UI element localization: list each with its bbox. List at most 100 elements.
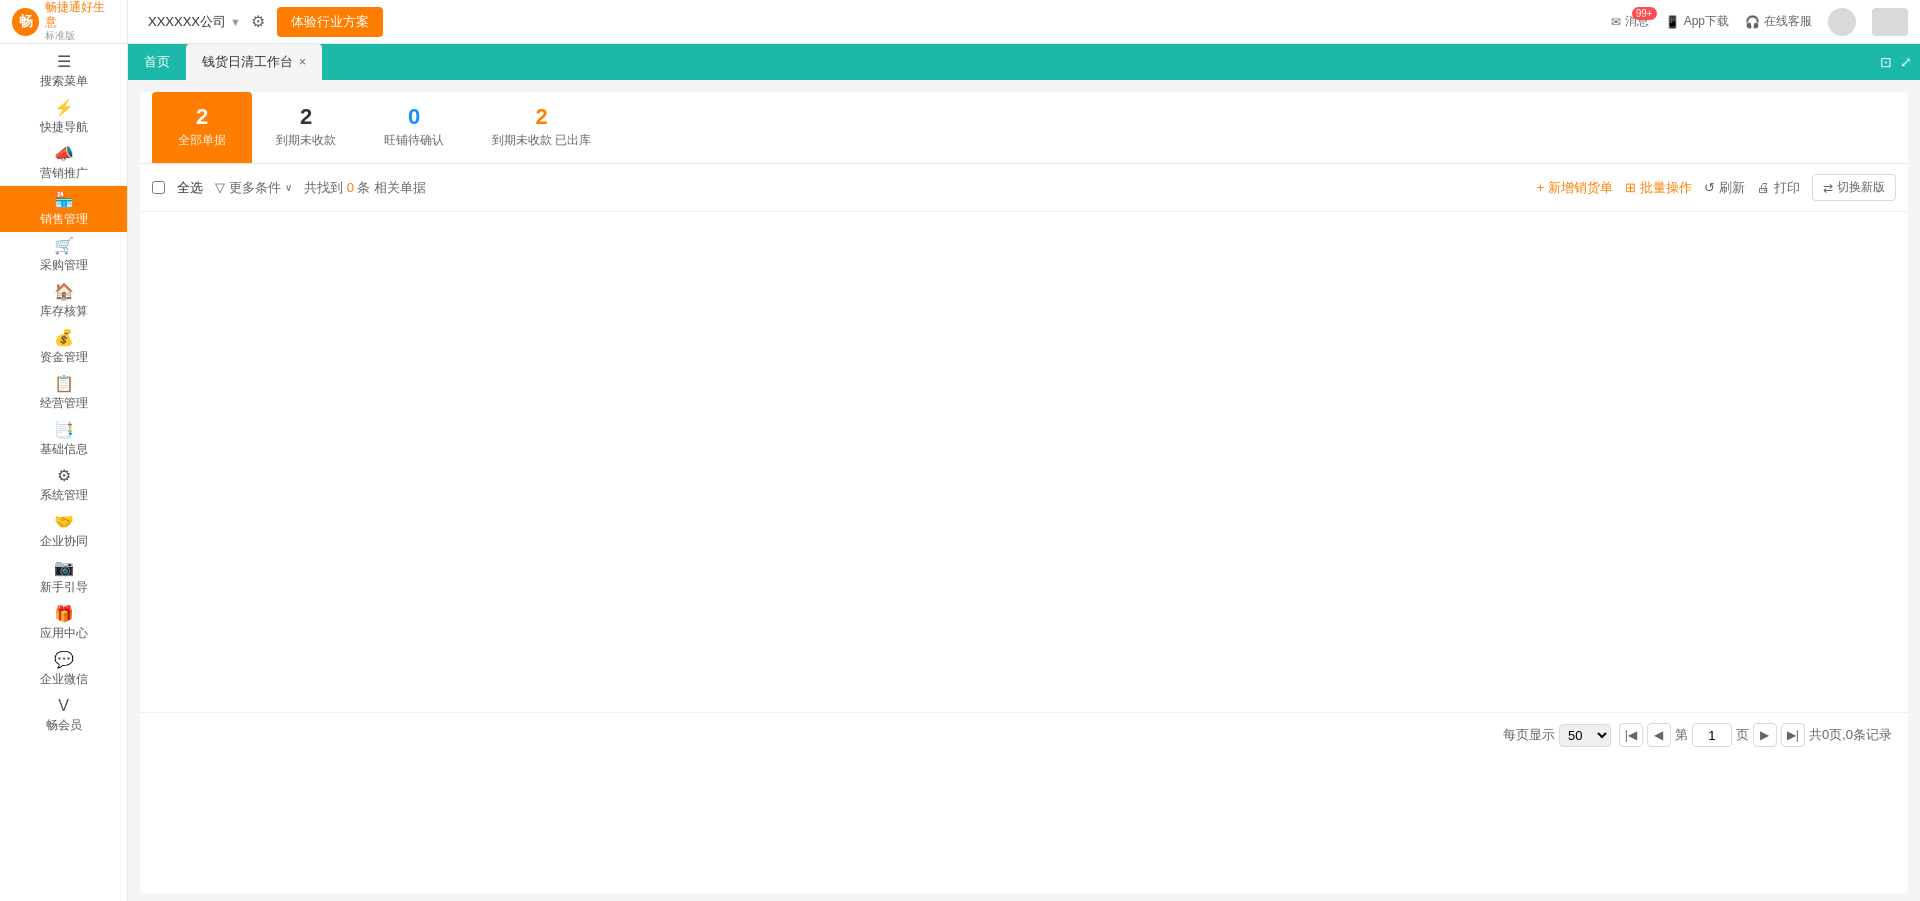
top-header: XXXXXX公司 ▼ ⚙ 体验行业方案 ✉ 消息 99+ 📱 App下载 🎧 在…	[0, 0, 1920, 44]
chevron-down-icon: ▼	[230, 16, 241, 28]
print-label: 打印	[1774, 179, 1800, 197]
sidebar-item-13[interactable]: 💬 企业微信	[0, 646, 127, 692]
stat-wangpu-label: 旺铺待确认	[384, 132, 444, 149]
sidebar-item-3[interactable]: 🏪销售管理	[0, 186, 127, 232]
sidebar-item-5[interactable]: 🏠库存核算	[0, 278, 127, 324]
stat-tab-all[interactable]: 2 全部单据	[152, 92, 252, 163]
prev-page-button[interactable]: ◀	[1647, 723, 1671, 747]
empty-content-area	[140, 212, 1908, 712]
sidebar-item-10[interactable]: 🤝 企业协同	[0, 508, 127, 554]
menu-label-8: 基础信息	[40, 441, 88, 458]
tab-home[interactable]: 首页	[128, 44, 186, 80]
sidebar-item-8[interactable]: 📑基础信息	[0, 416, 127, 462]
tab-workbench[interactable]: 钱货日清工作台 ×	[186, 44, 322, 80]
user-menu[interactable]	[1872, 8, 1908, 36]
menu-label-3: 销售管理	[40, 211, 88, 228]
menu-label-13: 企业微信	[40, 671, 88, 688]
message-item[interactable]: ✉ 消息 99+	[1611, 13, 1649, 30]
settings-icon[interactable]: ⚙	[251, 12, 265, 31]
menu-icon-4: 🛒	[54, 236, 74, 255]
filter-label: 更多条件	[229, 179, 281, 197]
menu-icon-12: 🎁	[54, 604, 74, 623]
sidebar-item-2[interactable]: 📣 营销推广	[0, 140, 127, 186]
logo-icon: 畅	[12, 8, 39, 36]
sidebar-item-14[interactable]: V畅会员	[0, 692, 127, 738]
menu-icon-13: 💬	[54, 650, 74, 669]
filter-icon: ▽	[215, 180, 225, 195]
stat-overdue-out-num: 2	[536, 104, 548, 130]
menu-icon-0: ☰	[57, 52, 71, 71]
menu-icon-14: V	[58, 697, 69, 715]
sidebar-item-11[interactable]: 📷新手引导	[0, 554, 127, 600]
sidebar: 畅 畅捷通好生意 标准版 ☰搜索菜单⚡快捷导航📣营销推广🏪销售管理🛒采购管理🏠库…	[0, 0, 128, 901]
switch-label: 切换新版	[1837, 179, 1885, 196]
new-sale-button[interactable]: + 新增销货单	[1537, 179, 1613, 197]
menu-label-2: 营销推广	[40, 165, 88, 182]
menu-icon-7: 📋	[54, 374, 74, 393]
switch-icon: ⇄	[1823, 181, 1833, 195]
toolbar: 全选 ▽ 更多条件 ∨ 共找到 0 条 相关单据 + 新增销货单 ⊞ 批量操作	[140, 164, 1908, 212]
message-icon: ✉	[1611, 15, 1621, 29]
select-all-checkbox[interactable]	[152, 181, 165, 194]
menu-icon-10: 🤝	[54, 512, 74, 531]
first-page-button[interactable]: |◀	[1619, 723, 1643, 747]
trial-button[interactable]: 体验行业方案	[277, 7, 383, 37]
tab-close-icon[interactable]: ×	[299, 55, 306, 69]
stat-overdue-label: 到期未收款	[276, 132, 336, 149]
refresh-icon: ↺	[1704, 180, 1715, 195]
sidebar-item-1[interactable]: ⚡快捷导航	[0, 94, 127, 140]
online-service-item[interactable]: 🎧 在线客服	[1745, 13, 1812, 30]
per-page-selector: 每页显示 50 100 200	[1503, 724, 1611, 747]
sidebar-menu: ☰ 搜索菜单 ⚡快捷导航 📣 营销推广 🏪销售管理 🛒 采购管理 🏠库存核算💰资金管理📋经营管理…	[0, 44, 127, 901]
tab-home-label: 首页	[144, 53, 170, 71]
menu-icon-2: 📣	[54, 144, 74, 163]
sidebar-item-0[interactable]: ☰ 搜索菜单	[0, 48, 127, 94]
filter-button[interactable]: ▽ 更多条件 ∨	[215, 179, 292, 197]
menu-label-0: 搜索菜单	[40, 73, 88, 90]
tab-bar: 首页 钱货日清工作台 × ⊡ ⤢	[128, 44, 1920, 80]
pagination-bar: 每页显示 50 100 200 |◀ ◀ 第 页 ▶ ▶| 共0页,0条记录	[140, 712, 1908, 757]
menu-label-4: 采购管理	[40, 257, 88, 274]
per-page-select[interactable]: 50 100 200	[1559, 724, 1611, 747]
filter-chevron-icon: ∨	[285, 182, 292, 193]
sidebar-item-4[interactable]: 🛒 采购管理	[0, 232, 127, 278]
found-suffix: 相关单据	[374, 180, 426, 195]
sidebar-item-9[interactable]: ⚙系统管理	[0, 462, 127, 508]
tab-fullscreen-icon[interactable]: ⤢	[1900, 54, 1912, 70]
switch-new-version-button[interactable]: ⇄ 切换新版	[1812, 174, 1896, 201]
menu-label-6: 资金管理	[40, 349, 88, 366]
found-unit: 条	[357, 180, 370, 195]
sidebar-item-6[interactable]: 💰资金管理	[0, 324, 127, 370]
stat-wangpu-num: 0	[408, 104, 420, 130]
menu-icon-11: 📷	[54, 558, 74, 577]
tab-expand-icon[interactable]: ⊡	[1880, 54, 1892, 70]
tab-workbench-label: 钱货日清工作台	[202, 53, 293, 71]
menu-icon-5: 🏠	[54, 282, 74, 301]
stat-tab-overdue-out[interactable]: 2 到期未收款 已出库	[468, 92, 615, 163]
toolbar-right: + 新增销货单 ⊞ 批量操作 ↺ 刷新 🖨 打印 ⇄ 切换新版	[1537, 174, 1896, 201]
stat-tab-wangpu[interactable]: 0 旺铺待确认	[360, 92, 468, 163]
menu-label-9: 系统管理	[40, 487, 88, 504]
sidebar-item-12[interactable]: 🎁应用中心	[0, 600, 127, 646]
page-suffix: 页	[1736, 726, 1749, 744]
batch-ops-label: 批量操作	[1640, 179, 1692, 197]
page-number-input[interactable]	[1692, 723, 1732, 747]
avatar[interactable]	[1828, 8, 1856, 36]
print-button[interactable]: 🖨 打印	[1757, 179, 1800, 197]
app-download-icon: 📱	[1665, 15, 1680, 29]
found-prefix: 共找到	[304, 180, 343, 195]
sidebar-item-7[interactable]: 📋经营管理	[0, 370, 127, 416]
app-download-item[interactable]: 📱 App下载	[1665, 13, 1729, 30]
batch-ops-button[interactable]: ⊞ 批量操作	[1625, 179, 1692, 197]
company-name: XXXXXX公司	[148, 13, 226, 31]
logo-sub: 标准版	[45, 29, 115, 43]
refresh-button[interactable]: ↺ 刷新	[1704, 179, 1745, 197]
last-page-button[interactable]: ▶|	[1781, 723, 1805, 747]
next-page-button[interactable]: ▶	[1753, 723, 1777, 747]
company-selector[interactable]: XXXXXX公司 ▼	[148, 13, 241, 31]
stat-tab-overdue[interactable]: 2 到期未收款	[252, 92, 360, 163]
page-prefix: 第	[1675, 726, 1688, 744]
menu-label-1: 快捷导航	[40, 119, 88, 136]
per-page-label: 每页显示	[1503, 726, 1555, 744]
menu-label-10: 企业协同	[40, 533, 88, 550]
